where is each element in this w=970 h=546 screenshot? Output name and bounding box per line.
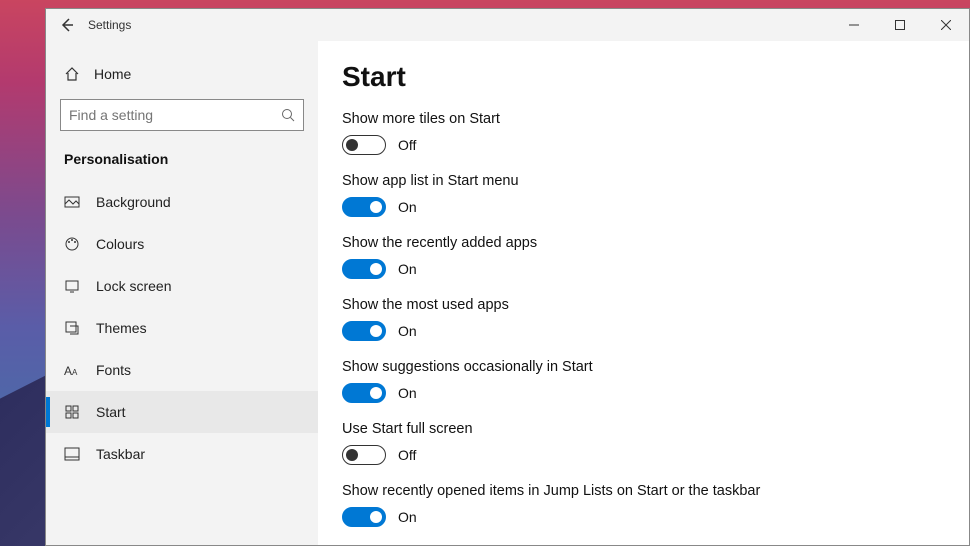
setting-label: Show more tiles on Start <box>342 111 945 127</box>
search-icon <box>281 108 295 122</box>
minimize-icon <box>849 20 859 30</box>
setting-row: Show recently opened items in Jump Lists… <box>342 483 945 527</box>
sidebar-item-label: Themes <box>96 320 147 336</box>
setting-label: Show app list in Start menu <box>342 173 945 189</box>
setting-row: Show the most used apps On <box>342 297 945 341</box>
settings-window: Settings Home Personalisation <box>45 8 970 546</box>
picture-icon <box>64 194 80 210</box>
search-input[interactable] <box>69 107 281 123</box>
sidebar-item-start[interactable]: Start <box>46 391 318 433</box>
category-header: Personalisation <box>46 143 318 181</box>
svg-text:A: A <box>72 368 78 377</box>
app-title: Settings <box>88 18 131 32</box>
main-panel: Start Show more tiles on Start Off Show ap… <box>318 41 969 545</box>
maximize-button[interactable] <box>877 9 923 41</box>
close-button[interactable] <box>923 9 969 41</box>
svg-text:A: A <box>64 364 72 377</box>
sidebar-item-themes[interactable]: Themes <box>46 307 318 349</box>
sidebar-item-label: Fonts <box>96 362 131 378</box>
sidebar-item-label: Taskbar <box>96 446 145 462</box>
sidebar-item-lockscreen[interactable]: Lock screen <box>46 265 318 307</box>
sidebar-item-background[interactable]: Background <box>46 181 318 223</box>
home-icon <box>64 66 80 82</box>
setting-row: Use Start full screen Off <box>342 421 945 465</box>
toggle-state-text: On <box>398 509 417 525</box>
setting-row: Show app list in Start menu On <box>342 173 945 217</box>
toggle-state-text: On <box>398 199 417 215</box>
fonts-icon: AA <box>64 362 80 378</box>
home-label: Home <box>94 66 131 82</box>
back-button[interactable] <box>46 9 88 41</box>
sidebar-item-fonts[interactable]: AA Fonts <box>46 349 318 391</box>
sidebar-item-label: Start <box>96 404 126 420</box>
back-arrow-icon <box>59 17 75 33</box>
maximize-icon <box>895 20 905 30</box>
toggle-state-text: Off <box>398 137 416 153</box>
page-title: Start <box>342 61 945 93</box>
sidebar-item-label: Lock screen <box>96 278 171 294</box>
toggle-state-text: On <box>398 323 417 339</box>
toggle-switch[interactable] <box>342 507 386 527</box>
toggle-switch[interactable] <box>342 135 386 155</box>
toggle-switch[interactable] <box>342 445 386 465</box>
setting-row: Show more tiles on Start Off <box>342 111 945 155</box>
themes-icon <box>64 320 80 336</box>
toggle-switch[interactable] <box>342 197 386 217</box>
toggle-switch[interactable] <box>342 383 386 403</box>
minimize-button[interactable] <box>831 9 877 41</box>
lockscreen-icon <box>64 278 80 294</box>
setting-label: Show suggestions occasionally in Start <box>342 359 945 375</box>
setting-row: Show the recently added apps On <box>342 235 945 279</box>
palette-icon <box>64 236 80 252</box>
sidebar: Home Personalisation Background Colours <box>46 41 318 545</box>
toggle-switch[interactable] <box>342 259 386 279</box>
start-icon <box>64 404 80 420</box>
titlebar: Settings <box>46 9 969 41</box>
home-link[interactable]: Home <box>46 55 318 93</box>
sidebar-item-label: Colours <box>96 236 144 252</box>
toggle-state-text: On <box>398 261 417 277</box>
sidebar-item-colours[interactable]: Colours <box>46 223 318 265</box>
toggle-state-text: On <box>398 385 417 401</box>
close-icon <box>941 20 951 30</box>
nav-list: Background Colours Lock screen Themes AA… <box>46 181 318 475</box>
taskbar-icon <box>64 446 80 462</box>
toggle-state-text: Off <box>398 447 416 463</box>
sidebar-item-label: Background <box>96 194 171 210</box>
setting-row: Show suggestions occasionally in Start On <box>342 359 945 403</box>
setting-label: Use Start full screen <box>342 421 945 437</box>
setting-label: Show recently opened items in Jump Lists… <box>342 483 945 499</box>
search-box[interactable] <box>60 99 304 131</box>
setting-label: Show the most used apps <box>342 297 945 313</box>
sidebar-item-taskbar[interactable]: Taskbar <box>46 433 318 475</box>
setting-label: Show the recently added apps <box>342 235 945 251</box>
toggle-switch[interactable] <box>342 321 386 341</box>
